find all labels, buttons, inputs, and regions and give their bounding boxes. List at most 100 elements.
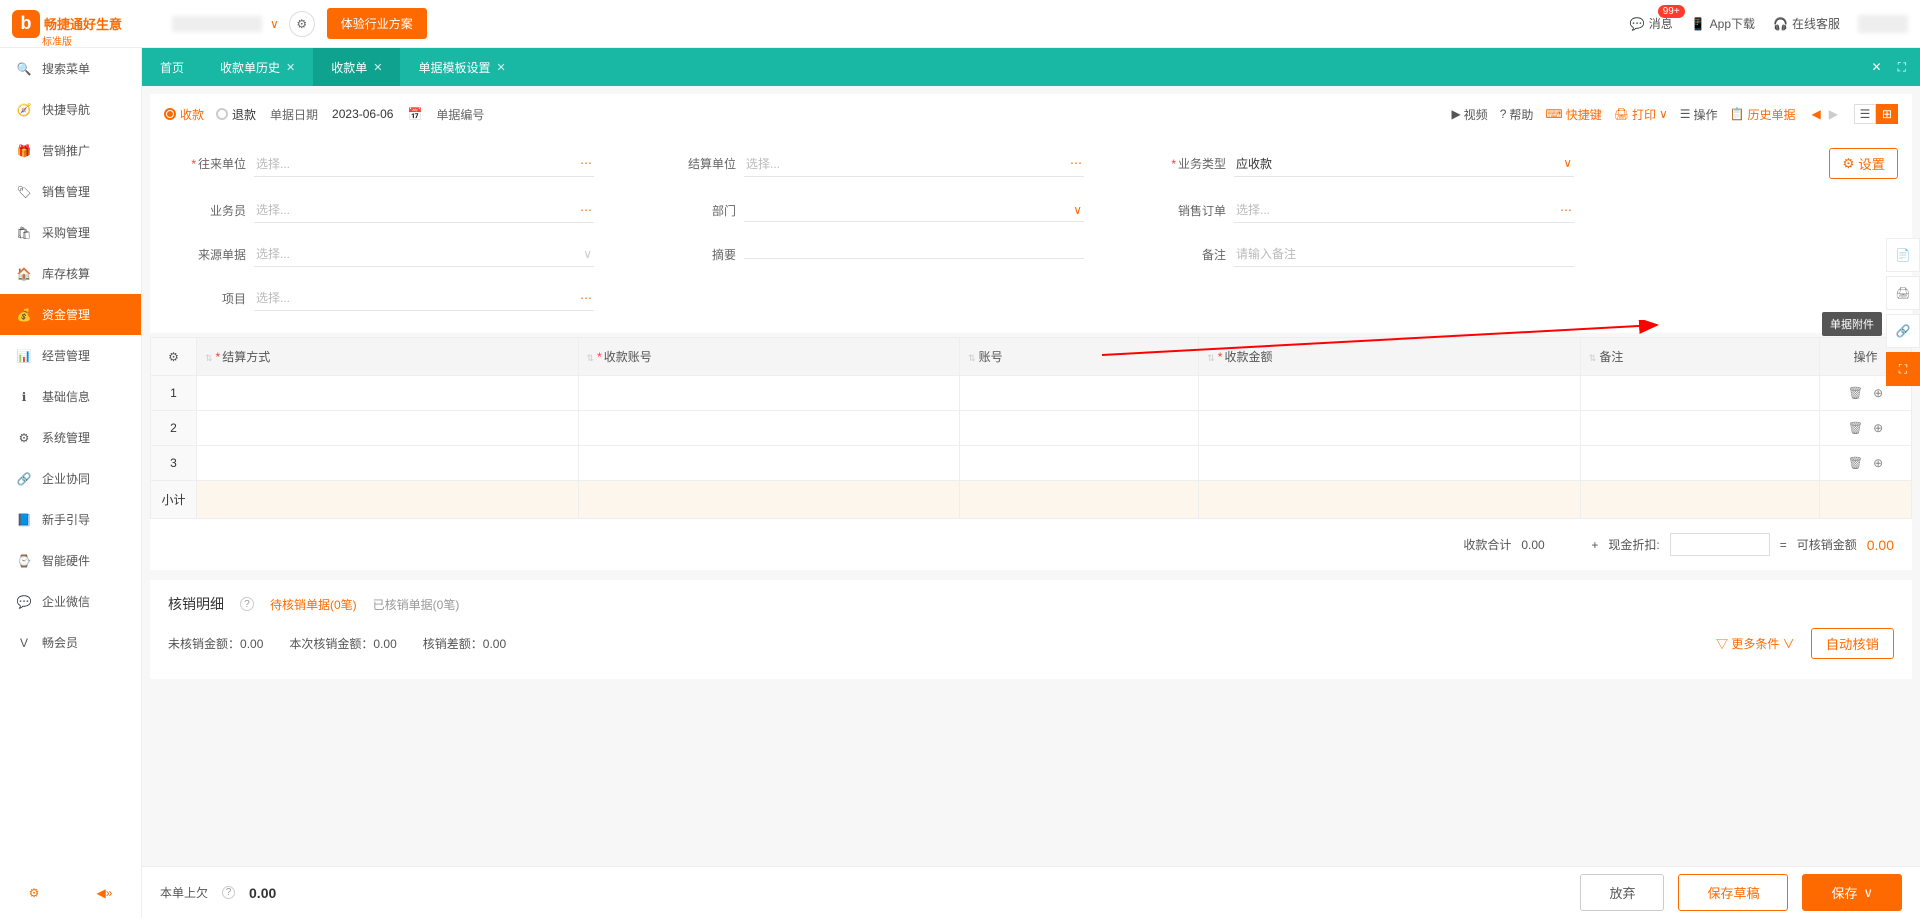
auto-writeoff-button[interactable]: 自动核销 xyxy=(1811,628,1894,659)
col-gear[interactable]: ⚙ xyxy=(151,338,197,376)
play-icon: ▶ xyxy=(1451,107,1460,121)
project-input[interactable]: 选择...⋯ xyxy=(254,285,594,311)
sidebar-item-device[interactable]: ⌚智能硬件 xyxy=(0,540,141,581)
discard-button[interactable]: 放弃 xyxy=(1580,874,1664,911)
app-download-link[interactable]: 📱 App下载 xyxy=(1691,15,1755,32)
table-header-row: ⚙ ⇅*结算方式 ⇅*收款账号 ⇅账号 ⇅*收款金额 ⇅备注 操作 xyxy=(151,338,1912,376)
salesman-input[interactable]: 选择...⋯ xyxy=(254,197,594,223)
sale-order-input[interactable]: 选择...⋯ xyxy=(1234,197,1574,223)
sidebar-item-wallet[interactable]: 💰 资金管理 xyxy=(0,294,141,335)
tabs-actions: ✕ ⛶ xyxy=(1868,48,1920,86)
sidebar-item-info[interactable]: ℹ基础信息 xyxy=(0,376,141,417)
sidebar-item-bag[interactable]: 🛍采购管理 xyxy=(0,212,141,253)
partner-input[interactable]: 选择...⋯ xyxy=(254,151,594,177)
config-button[interactable]: ⚙设置 xyxy=(1829,148,1898,179)
sidebar-item-guide[interactable]: 📘新手引导 xyxy=(0,499,141,540)
sidebar-item-chart[interactable]: 📊经营管理 xyxy=(0,335,141,376)
delete-row-icon[interactable]: 🗑 xyxy=(1848,456,1863,470)
calendar-icon[interactable]: 📅 xyxy=(407,107,422,121)
sidebar-item-label: 营销推广 xyxy=(42,142,90,159)
print-tool[interactable]: 🖨打印 ∨ xyxy=(1614,106,1668,123)
summary-input[interactable] xyxy=(744,250,1084,259)
close-icon[interactable]: ✕ xyxy=(497,61,506,74)
more-conditions-link[interactable]: ▽ 更多条件 ∨ xyxy=(1716,635,1795,652)
sidebar-item-vip[interactable]: V畅会员 xyxy=(0,622,141,663)
rail-expand-icon[interactable]: ⛶ xyxy=(1886,352,1920,386)
col-settle[interactable]: ⇅*结算方式 xyxy=(197,338,579,376)
sidebar-item-label: 企业协同 xyxy=(42,470,90,487)
next-icon[interactable]: ▶ xyxy=(1825,107,1842,121)
help-icon[interactable]: ? xyxy=(240,597,254,611)
rail-print-icon[interactable]: 🖨 xyxy=(1886,276,1920,310)
sidebar-item-link[interactable]: 🔗企业协同 xyxy=(0,458,141,499)
close-icon[interactable]: ✕ xyxy=(286,61,295,74)
sidebar-item-search[interactable]: 🔍 搜索菜单 xyxy=(0,48,141,89)
brand-edition: 标准版 xyxy=(42,33,72,48)
online-service-link[interactable]: 🎧 在线客服 xyxy=(1773,15,1840,32)
tenant-selector[interactable]: ∨ xyxy=(172,16,279,32)
sidebar-item-gift[interactable]: 🎁营销推广 xyxy=(0,130,141,171)
view-form-icon[interactable]: ⊞ xyxy=(1876,104,1898,124)
messages-link[interactable]: 💬 消息 99+ xyxy=(1630,15,1673,32)
add-row-icon[interactable]: ⊕ xyxy=(1873,386,1883,400)
col-account[interactable]: ⇅*收款账号 xyxy=(578,338,960,376)
rail-draft-icon[interactable]: 📄 xyxy=(1886,238,1920,272)
more-icon: ⋯ xyxy=(1070,156,1082,170)
shortcut-tool[interactable]: ⌨快捷键 xyxy=(1545,106,1601,123)
sound-icon[interactable]: ◀» xyxy=(97,886,113,900)
col-amount[interactable]: ⇅*收款金额 xyxy=(1199,338,1581,376)
tab-2[interactable]: 收款单✕ xyxy=(313,48,400,86)
biz-type-select[interactable]: 应收款∨ xyxy=(1234,151,1574,177)
source-select[interactable]: 选择...∨ xyxy=(254,241,594,267)
add-row-icon[interactable]: ⊕ xyxy=(1873,421,1883,435)
history-tool[interactable]: 📋历史单据 xyxy=(1730,106,1796,123)
tab-0[interactable]: 首页 xyxy=(142,48,202,86)
sidebar-item-compass[interactable]: 🧭快捷导航 xyxy=(0,89,141,130)
sidebar-item-home[interactable]: 🏠库存核算 xyxy=(0,253,141,294)
rail-attachment-icon[interactable]: 🔗 xyxy=(1886,314,1920,348)
save-draft-button[interactable]: 保存草稿 xyxy=(1678,874,1788,911)
operation-tool[interactable]: ☰操作 xyxy=(1680,106,1718,123)
table-row[interactable]: 1🗑⊕ xyxy=(151,376,1912,411)
video-tool[interactable]: ▶视频 xyxy=(1451,106,1487,123)
sidebar-item-tag[interactable]: 🏷销售管理 xyxy=(0,171,141,212)
tab-3[interactable]: 单据模板设置✕ xyxy=(400,48,523,86)
tab-done[interactable]: 已核销单据(0笔) xyxy=(373,596,460,613)
sidebar-item-wechat[interactable]: 💬企业微信 xyxy=(0,581,141,622)
view-list-icon[interactable]: ☰ xyxy=(1854,104,1876,124)
table-row[interactable]: 2🗑⊕ xyxy=(151,411,1912,446)
list-icon: ☰ xyxy=(1680,107,1691,121)
prev-icon[interactable]: ◀ xyxy=(1808,107,1825,121)
cash-discount-input[interactable] xyxy=(1670,533,1770,556)
radio-receive[interactable]: 收款 xyxy=(164,106,204,123)
delete-row-icon[interactable]: 🗑 xyxy=(1848,386,1863,400)
radio-refund[interactable]: 退款 xyxy=(216,106,256,123)
search-icon: 🔍 xyxy=(16,61,32,77)
col-remark[interactable]: ⇅备注 xyxy=(1580,338,1819,376)
tab-1[interactable]: 收款单历史✕ xyxy=(202,48,313,86)
settings-icon[interactable]: ⚙ xyxy=(29,886,40,900)
settle-unit-input[interactable]: 选择...⋯ xyxy=(744,151,1084,177)
tab-pending[interactable]: 待核销单据(0笔) xyxy=(270,596,357,613)
tenant-settings-icon[interactable]: ⚙ xyxy=(289,11,315,37)
doc-date-value[interactable]: 2023-06-06 xyxy=(332,107,393,121)
sidebar-item-gear[interactable]: ⚙系统管理 xyxy=(0,417,141,458)
table-row[interactable]: 3🗑⊕ xyxy=(151,446,1912,481)
add-row-icon[interactable]: ⊕ xyxy=(1873,456,1883,470)
experience-button[interactable]: 体验行业方案 xyxy=(327,8,427,39)
col-acctno[interactable]: ⇅账号 xyxy=(960,338,1199,376)
delete-row-icon[interactable]: 🗑 xyxy=(1848,421,1863,435)
filter-icon: ▽ xyxy=(1716,637,1731,651)
fullscreen-icon[interactable]: ⛶ xyxy=(1894,56,1910,79)
remark-input[interactable]: 请输入备注 xyxy=(1234,241,1574,267)
sidebar-item-label: 搜索菜单 xyxy=(42,60,90,77)
close-icon[interactable]: ✕ xyxy=(373,61,382,74)
help-icon[interactable]: ? xyxy=(222,886,235,899)
tab-close-all-icon[interactable]: ✕ xyxy=(1868,56,1886,78)
wallet-icon: 💰 xyxy=(16,307,32,323)
sidebar-item-label: 资金管理 xyxy=(42,306,90,323)
save-button[interactable]: 保存∨ xyxy=(1802,874,1902,911)
help-tool[interactable]: ?帮助 xyxy=(1500,106,1534,123)
user-avatar[interactable] xyxy=(1858,15,1908,33)
dept-select[interactable]: ∨ xyxy=(744,199,1084,222)
